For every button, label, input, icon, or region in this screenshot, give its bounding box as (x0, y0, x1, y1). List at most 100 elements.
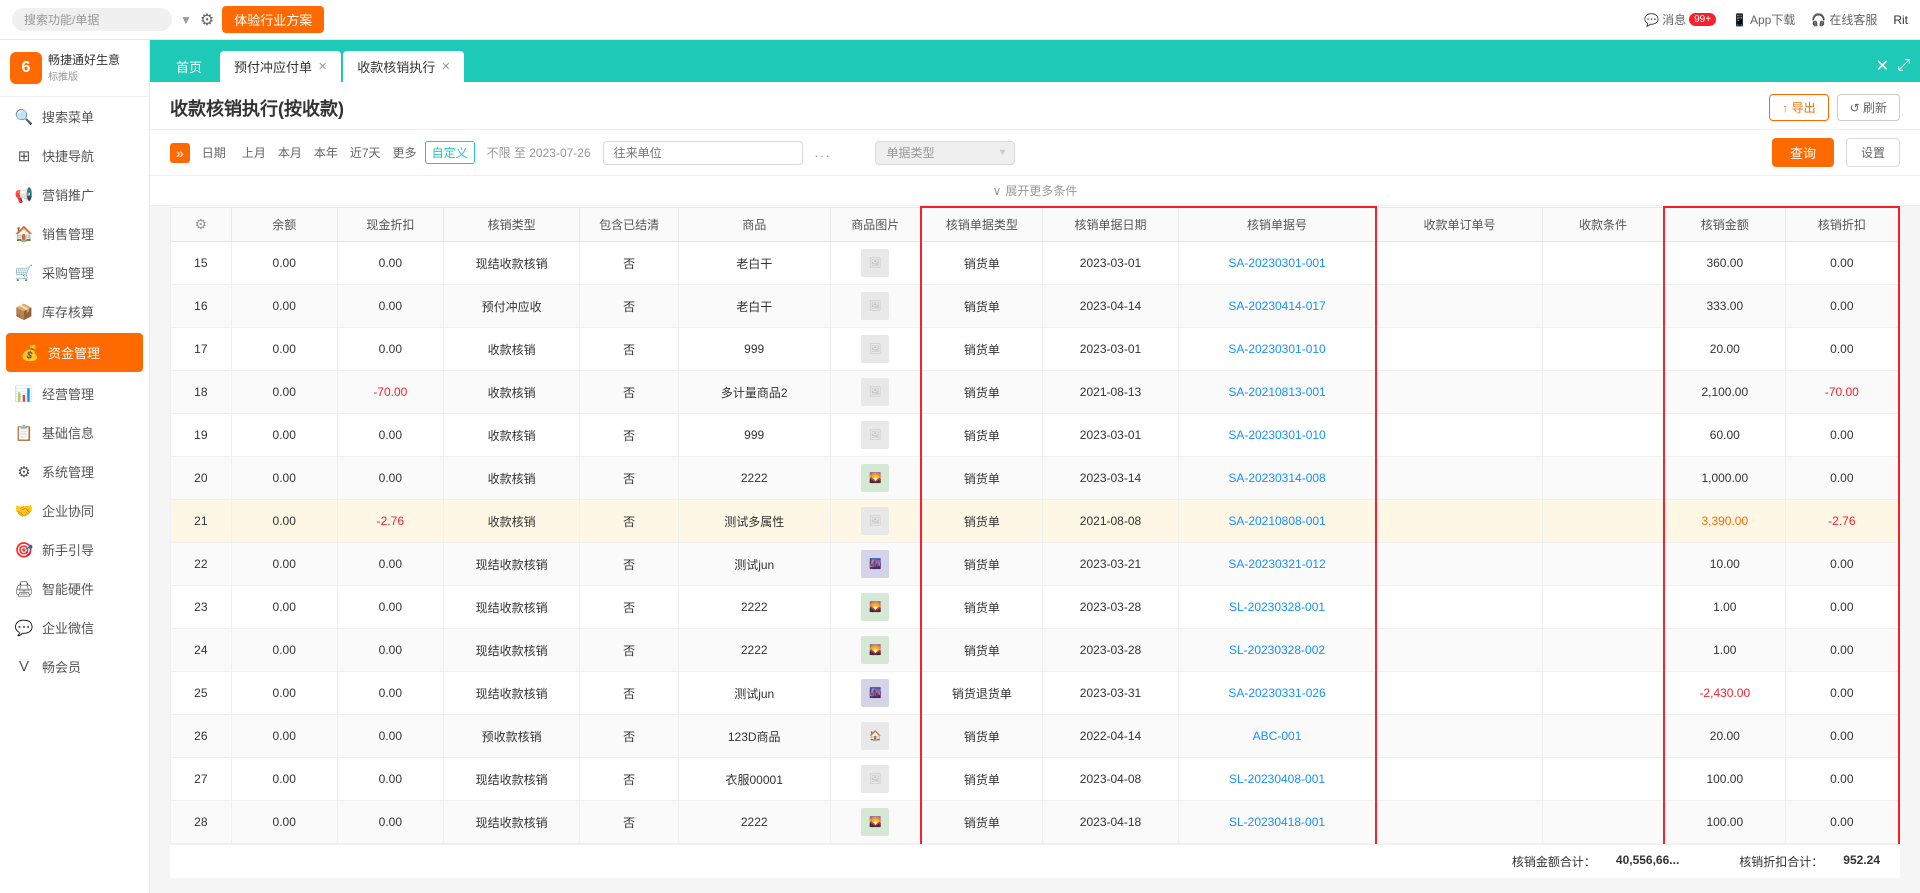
bill-no-link[interactable]: SL-20230328-002 (1229, 643, 1325, 657)
sidebar-label-marketing: 营销推广 (42, 185, 94, 204)
app-download[interactable]: 📱 App下载 (1732, 11, 1795, 28)
cell-seq: 24 (171, 629, 232, 672)
bill-no-link[interactable]: SA-20230301-010 (1228, 342, 1325, 356)
cell-img: 🌆 (830, 672, 921, 715)
bill-no-link[interactable]: SL-20230328-001 (1229, 600, 1325, 614)
online-service[interactable]: 🎧 在线客服 (1811, 11, 1877, 28)
date-btn-custom[interactable]: 自定义 (425, 141, 475, 164)
sidebar-item-capital[interactable]: 💰 资金管理 (6, 333, 143, 372)
export-button[interactable]: ↑ 导出 (1769, 94, 1828, 121)
expand-more-button[interactable]: ∨ 展开更多条件 (993, 182, 1078, 199)
bill-no-link[interactable]: SA-20230414-017 (1228, 299, 1325, 313)
bill-no-link[interactable]: SA-20210808-001 (1228, 514, 1325, 528)
sidebar-item-inventory[interactable]: 📦 库存核算 (0, 292, 149, 331)
bill-no-link[interactable]: SL-20230408-001 (1229, 772, 1325, 786)
tab-receipt[interactable]: 收款核销执行 ✕ (343, 51, 464, 82)
tab-receipt-close-icon[interactable]: ✕ (441, 60, 450, 73)
table-container[interactable]: ⚙ 余额 现金折扣 核销类型 包含已结清 商品 商品图片 核销单据类型 核销单据… (150, 206, 1920, 893)
cell-bill-date: 2023-03-28 (1042, 586, 1178, 629)
tab-prepay-close-icon[interactable]: ✕ (318, 60, 327, 73)
filter-expand-button[interactable]: » (170, 143, 190, 163)
sidebar-item-quick[interactable]: ⊞ 快捷导航 (0, 136, 149, 175)
sidebar-item-search[interactable]: 🔍 搜索菜单 (0, 97, 149, 136)
type-filter-select[interactable]: 单据类型 (875, 141, 1015, 165)
cell-balance: 0.00 (231, 285, 337, 328)
grid-icon: ⊞ (14, 147, 34, 165)
date-btn-this-year[interactable]: 本年 (310, 142, 342, 163)
cell-receipt-no (1376, 758, 1543, 801)
cell-disc: 0.00 (1785, 543, 1899, 586)
cell-amount: 10.00 (1664, 543, 1785, 586)
date-btn-more[interactable]: 更多 (389, 142, 421, 163)
query-button[interactable]: 查询 (1772, 138, 1834, 167)
cell-disc: 0.00 (1785, 672, 1899, 715)
main-content: 首页 预付冲应付单 ✕ 收款核销执行 ✕ ✕ ⤢ 收款核销执行(按收款) ↑ (150, 40, 1920, 893)
sidebar-label-inventory: 库存核算 (42, 302, 94, 321)
footer-amount-value: 40,556,66... (1616, 853, 1679, 870)
tab-expand-icon[interactable]: ⤢ (1897, 57, 1910, 75)
date-btn-7days[interactable]: 近7天 (346, 142, 385, 163)
sidebar-item-member[interactable]: V 畅会员 (0, 647, 149, 686)
sidebar-item-system[interactable]: ⚙ 系统管理 (0, 452, 149, 491)
sidebar-item-sales[interactable]: 🏠 销售管理 (0, 214, 149, 253)
cell-balance: 0.00 (231, 758, 337, 801)
bill-no-link[interactable]: SA-20210813-001 (1228, 385, 1325, 399)
cell-bill-type: 销货单 (921, 371, 1042, 414)
unit-filter-input[interactable] (603, 141, 803, 165)
tab-prepay[interactable]: 预付冲应付单 ✕ (220, 51, 341, 82)
date-btn-last-month[interactable]: 上月 (238, 142, 270, 163)
sidebar-item-guide[interactable]: 🎯 新手引导 (0, 530, 149, 569)
sidebar-item-collab[interactable]: 🤝 企业协同 (0, 491, 149, 530)
sidebar-item-wechat[interactable]: 💬 企业微信 (0, 608, 149, 647)
sidebar-item-base[interactable]: 📋 基础信息 (0, 413, 149, 452)
settings-button[interactable]: 设置 (1846, 138, 1900, 167)
cell-bill-type: 销货单 (921, 414, 1042, 457)
export-icon: ↑ (1782, 101, 1788, 115)
cell-receipt-no (1376, 672, 1543, 715)
bill-no-link[interactable]: SA-20230301-001 (1228, 256, 1325, 270)
cell-goods: 2222 (678, 586, 830, 629)
top-search-box[interactable]: 搜索功能/单据 (12, 8, 172, 31)
sidebar-label-capital: 资金管理 (48, 343, 100, 362)
cell-receipt-no (1376, 543, 1543, 586)
cell-bill-no: SA-20230331-026 (1179, 672, 1376, 715)
refresh-button[interactable]: ↺ 刷新 (1837, 94, 1900, 121)
bill-no-link[interactable]: SL-20230418-001 (1229, 815, 1325, 829)
sidebar-item-purchase[interactable]: 🛒 采购管理 (0, 253, 149, 292)
logo-icon: 6 (10, 52, 42, 84)
sidebar-item-marketing[interactable]: 📢 营销推广 (0, 175, 149, 214)
cell-receipt-cond (1543, 543, 1664, 586)
sidebar-item-smart[interactable]: 🖨 智能硬件 (0, 569, 149, 608)
cell-bill-type: 销货单 (921, 586, 1042, 629)
message-area[interactable]: 💬 消息 99+ (1644, 11, 1716, 28)
cell-bill-date: 2023-03-01 (1042, 328, 1178, 371)
bill-no-link[interactable]: ABC-001 (1253, 729, 1302, 743)
sidebar-label-operation: 经营管理 (42, 384, 94, 403)
table-row: 27 0.00 0.00 现结收款核销 否 衣服00001 🖼 销货单 2023… (171, 758, 1900, 801)
bill-no-link[interactable]: SA-20230301-010 (1228, 428, 1325, 442)
page-header: 收款核销执行(按收款) ↑ 导出 ↺ 刷新 (150, 82, 1920, 130)
type-filter-wrap: 单据类型 ▼ (875, 141, 1015, 165)
settings-gear-icon[interactable]: ⚙ (200, 10, 214, 30)
bill-no-link[interactable]: SA-20230321-012 (1228, 557, 1325, 571)
date-btn-this-month[interactable]: 本月 (274, 142, 306, 163)
cell-type: 收款核销 (443, 500, 579, 543)
th-amount: 核销金额 (1664, 207, 1785, 242)
cell-amount: 1.00 (1664, 586, 1785, 629)
bill-no-link[interactable]: SA-20230314-008 (1228, 471, 1325, 485)
sidebar-item-operation[interactable]: 📊 经营管理 (0, 374, 149, 413)
th-seq[interactable]: ⚙ (171, 207, 232, 242)
cell-balance: 0.00 (231, 500, 337, 543)
tab-close-all-icon[interactable]: ✕ (1876, 56, 1889, 76)
column-gear-icon[interactable]: ⚙ (195, 216, 208, 232)
dropdown-arrow-icon: ▼ (180, 13, 192, 27)
th-goods: 商品 (678, 207, 830, 242)
bill-no-link[interactable]: SA-20230331-026 (1228, 686, 1325, 700)
solution-button[interactable]: 体验行业方案 (222, 6, 324, 33)
cell-bill-no: SA-20230414-017 (1179, 285, 1376, 328)
user-name[interactable]: Rit (1893, 13, 1908, 27)
cell-balance: 0.00 (231, 586, 337, 629)
refresh-icon: ↺ (1850, 101, 1860, 115)
table-row: 19 0.00 0.00 收款核销 否 999 🖼 销货单 2023-03-01… (171, 414, 1900, 457)
tab-home[interactable]: 首页 (160, 51, 218, 82)
